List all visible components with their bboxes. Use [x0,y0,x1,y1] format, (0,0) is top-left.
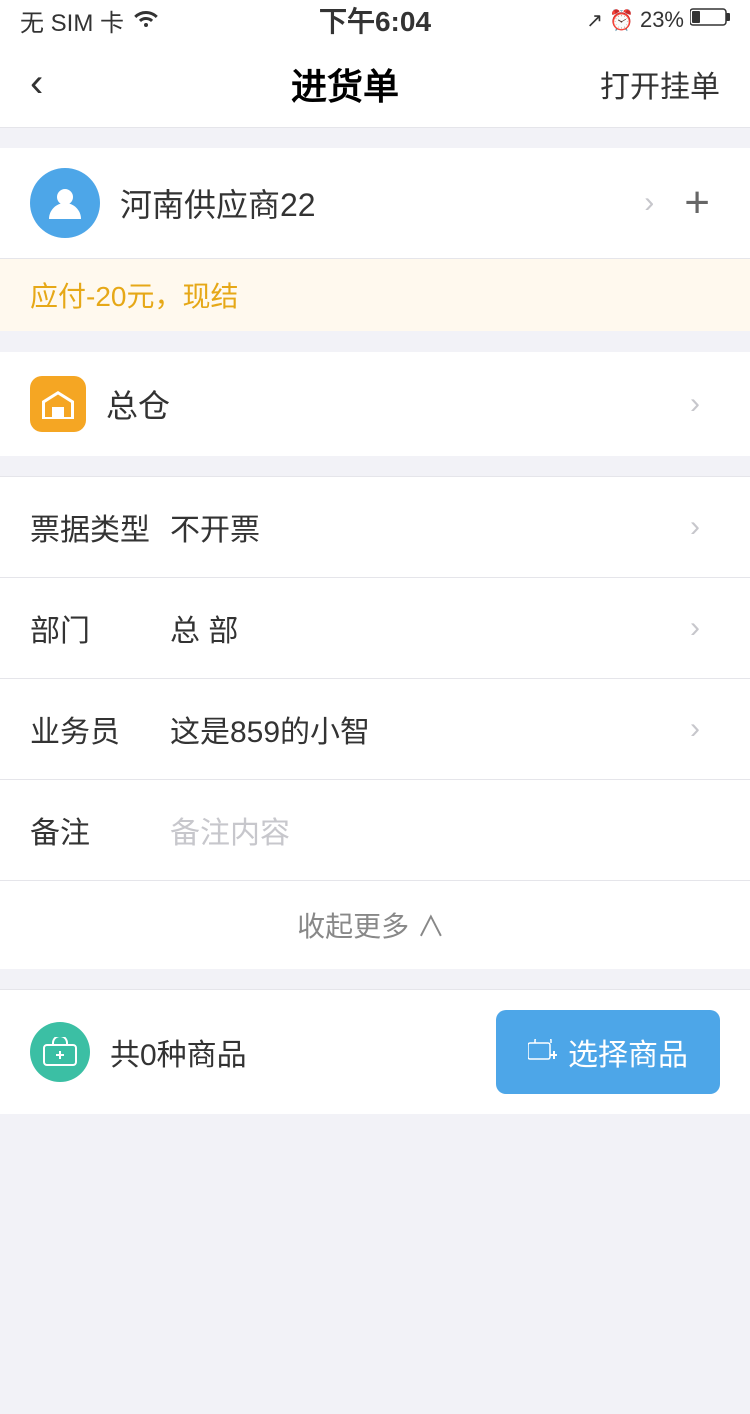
salesman-row[interactable]: 业务员 这是859的小智 › [0,678,750,779]
collapse-label: 收起更多 ∧ [297,905,445,945]
nav-bar: ‹ 进货单 打开挂单 [0,40,750,128]
department-value: 总 部 [170,606,690,650]
department-chevron-icon: › [690,611,700,645]
sim-text: 无 SIM 卡 [20,3,124,38]
salesman-chevron-icon: › [690,712,700,746]
location-icon: ↗ [586,8,603,33]
battery-text: 23% [640,7,684,33]
status-time: 下午6:04 [319,0,431,40]
invoice-chevron-icon: › [690,510,700,544]
product-count-text: 共0种商品 [110,1030,496,1074]
warehouse-chevron-icon: › [690,387,700,421]
salesman-label: 业务员 [30,707,170,751]
status-left: 无 SIM 卡 [20,3,160,38]
remark-row[interactable]: 备注 备注内容 [0,779,750,880]
supplier-name: 河南供应商22 [120,180,644,226]
supplier-card: 河南供应商22 › + 应付-20元，现结 [0,148,750,331]
form-card: 票据类型 不开票 › 部门 总 部 › 业务员 这是859的小智 › 备注 备注… [0,476,750,969]
warehouse-card: 总仓 › [0,351,750,456]
add-supplier-button[interactable]: + [674,178,720,228]
supplier-avatar [30,168,100,238]
wifi-icon [132,6,160,34]
warehouse-icon [30,376,86,432]
collapse-row[interactable]: 收起更多 ∧ [0,880,750,969]
notice-banner: 应付-20元，现结 [0,259,750,331]
supplier-chevron-icon: › [644,186,654,220]
bottom-bar: 共0种商品 选择商品 [0,989,750,1114]
invoice-row[interactable]: 票据类型 不开票 › [0,476,750,577]
battery-icon [690,7,730,33]
select-product-button[interactable]: 选择商品 [496,1010,720,1094]
warehouse-name: 总仓 [106,381,690,427]
status-bar: 无 SIM 卡 下午6:04 ↗ ⏰ 23% [0,0,750,40]
select-product-label: 选择商品 [568,1030,688,1074]
remark-label: 备注 [30,808,170,852]
invoice-value: 不开票 [170,505,690,549]
page-background [0,1114,750,1414]
department-row[interactable]: 部门 总 部 › [0,577,750,678]
product-count-icon [30,1022,90,1082]
status-right: ↗ ⏰ 23% [586,7,730,33]
open-pending-button[interactable]: 打开挂单 [600,62,720,106]
department-label: 部门 [30,606,170,650]
page-title: 进货单 [291,58,399,110]
section-gap-1 [0,128,750,148]
supplier-row[interactable]: 河南供应商22 › + [0,148,750,259]
section-gap-3 [0,456,750,476]
warehouse-row[interactable]: 总仓 › [0,351,750,456]
back-button[interactable]: ‹ [30,61,90,106]
salesman-value: 这是859的小智 [170,707,690,751]
section-gap-2 [0,331,750,351]
remark-input[interactable]: 备注内容 [170,808,720,852]
invoice-label: 票据类型 [30,505,170,549]
alarm-icon: ⏰ [609,8,634,33]
